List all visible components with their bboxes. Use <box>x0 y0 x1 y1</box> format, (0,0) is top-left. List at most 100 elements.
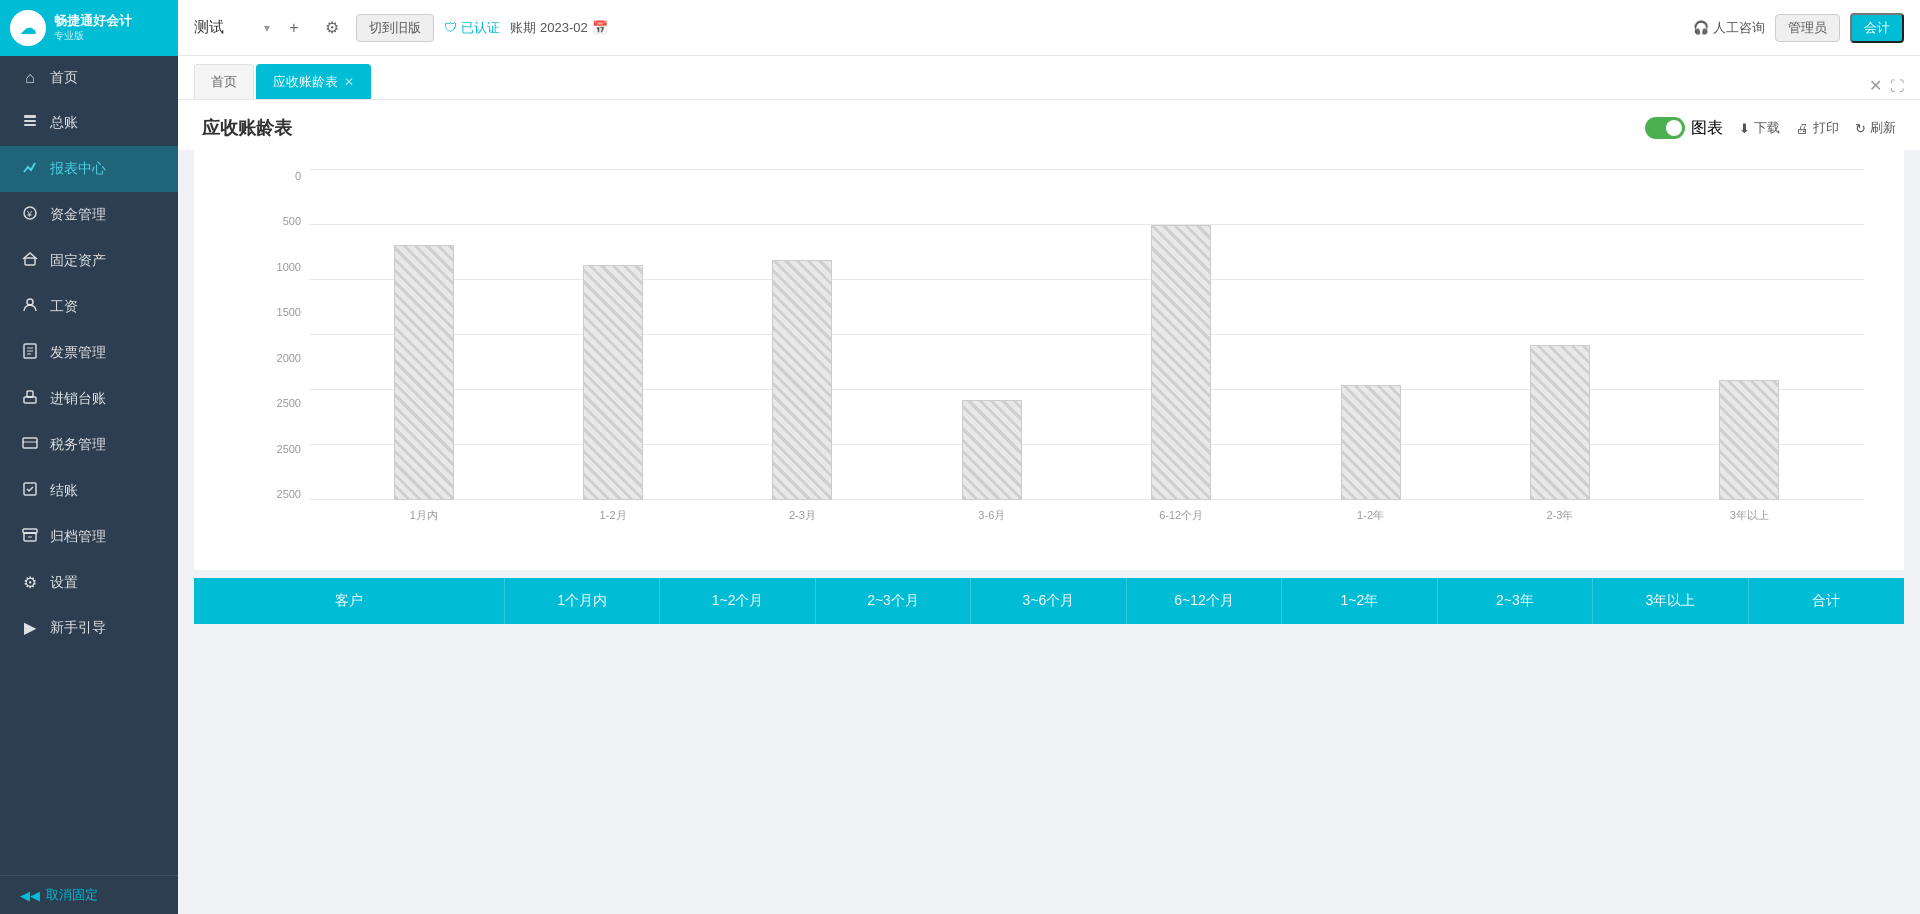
download-button[interactable]: ⬇ 下载 <box>1739 119 1780 137</box>
tab-home[interactable]: 首页 <box>194 64 254 99</box>
table-header: 客户 1个月内 1~2个月 2~3个月 3~6个月 6~12个月 1~2年 2~… <box>194 578 1904 624</box>
switch-old-button[interactable]: 切到旧版 <box>356 14 434 42</box>
accountant-button[interactable]: 会计 <box>1850 13 1904 43</box>
sidebar-item-funds[interactable]: ¥ 资金管理 <box>0 192 178 238</box>
x-label-3: 3-6月 <box>897 500 1086 530</box>
th-1-2year: 1~2年 <box>1282 578 1437 624</box>
sidebar-pin-toggle[interactable]: ◀◀ 取消固定 <box>0 875 178 914</box>
bar-group-7 <box>1655 380 1844 500</box>
bar-group-3 <box>897 400 1086 500</box>
guide-icon: ▶ <box>20 618 40 637</box>
sidebar-item-label: 资金管理 <box>50 206 106 224</box>
x-labels: 1月内 1-2月 2-3月 3-6月 6-12个月 1-2年 2-3年 3年以上 <box>309 500 1864 530</box>
download-icon: ⬇ <box>1739 121 1750 136</box>
bar-2 <box>772 260 832 500</box>
chart-area: 2500 2500 2500 2000 1500 1000 500 0 <box>194 150 1904 570</box>
tab-aging-label: 应收账龄表 <box>273 73 338 91</box>
svg-rect-11 <box>24 397 36 403</box>
svg-rect-2 <box>24 124 36 126</box>
sidebar-item-guide[interactable]: ▶ 新手引导 <box>0 605 178 650</box>
sidebar-item-reports[interactable]: 报表中心 <box>0 146 178 192</box>
home-icon: ⌂ <box>20 69 40 87</box>
th-3year-plus: 3年以上 <box>1593 578 1748 624</box>
tabbar: 首页 应收账龄表 ✕ ✕ ⛶ <box>178 56 1920 100</box>
x-label-7: 3年以上 <box>1655 500 1844 530</box>
y-label-7: 0 <box>295 170 301 182</box>
svg-text:¥: ¥ <box>26 209 33 219</box>
sidebar-item-closing[interactable]: 结账 <box>0 468 178 514</box>
print-button[interactable]: 🖨 打印 <box>1796 119 1839 137</box>
chart-toggle[interactable]: 图表 <box>1645 117 1723 139</box>
wages-icon <box>20 297 40 317</box>
y-label-4: 1500 <box>277 306 301 318</box>
sidebar-item-inventory[interactable]: 进销台账 <box>0 376 178 422</box>
download-label: 下载 <box>1754 119 1780 137</box>
svg-rect-0 <box>24 115 36 118</box>
y-label-6: 500 <box>283 215 301 227</box>
add-workspace-button[interactable]: + <box>280 14 308 42</box>
y-label-0: 2500 <box>277 488 301 500</box>
app-logo-icon: ☁ <box>10 10 46 46</box>
y-label-1: 2500 <box>277 443 301 455</box>
sidebar-item-archive[interactable]: 归档管理 <box>0 514 178 560</box>
svg-rect-13 <box>23 438 37 448</box>
headset-icon: 🎧 <box>1693 20 1709 35</box>
sidebar-item-label: 发票管理 <box>50 344 106 362</box>
page-actions: 图表 ⬇ 下载 🖨 打印 ↻ 刷新 <box>1645 117 1896 139</box>
main-area: 测试 ▾ + ⚙ 切到旧版 🛡 已认证 账期 2023-02 📅 🎧 人工咨询 … <box>178 0 1920 914</box>
chart-wrapper: 2500 2500 2500 2000 1500 1000 500 0 <box>254 170 1864 530</box>
svg-point-6 <box>27 299 33 305</box>
assets-icon <box>20 251 40 271</box>
bar-3 <box>962 400 1022 500</box>
sidebar-item-label: 总账 <box>50 114 78 132</box>
th-2-3year: 2~3年 <box>1438 578 1593 624</box>
table-area: 客户 1个月内 1~2个月 2~3个月 3~6个月 6~12个月 1~2年 2~… <box>194 578 1904 624</box>
refresh-icon: ↻ <box>1855 121 1866 136</box>
tax-icon <box>20 435 40 455</box>
bar-6 <box>1530 345 1590 500</box>
sidebar-item-label: 固定资产 <box>50 252 106 270</box>
bars-container <box>309 170 1864 500</box>
th-1-2month: 1~2个月 <box>660 578 815 624</box>
period-value: 2023-02 <box>540 20 588 35</box>
th-2-3month: 2~3个月 <box>816 578 971 624</box>
tab-expand-button[interactable]: ⛶ <box>1890 78 1904 94</box>
sidebar-item-settings[interactable]: ⚙ 设置 <box>0 560 178 605</box>
sidebar-item-label: 结账 <box>50 482 78 500</box>
tab-aging[interactable]: 应收账龄表 ✕ <box>256 64 371 99</box>
th-total: 合计 <box>1749 578 1904 624</box>
bar-group-2 <box>708 260 897 500</box>
tab-home-label: 首页 <box>211 73 237 91</box>
sidebar-item-assets[interactable]: 固定资产 <box>0 238 178 284</box>
consult-label: 人工咨询 <box>1713 19 1765 37</box>
manager-button[interactable]: 管理员 <box>1775 14 1840 42</box>
y-axis: 2500 2500 2500 2000 1500 1000 500 0 <box>254 170 309 500</box>
toggle-switch[interactable] <box>1645 117 1685 139</box>
refresh-label: 刷新 <box>1870 119 1896 137</box>
funds-icon: ¥ <box>20 205 40 225</box>
refresh-button[interactable]: ↻ 刷新 <box>1855 119 1896 137</box>
tab-aging-close[interactable]: ✕ <box>344 75 354 89</box>
sidebar-item-home[interactable]: ⌂ 首页 <box>0 56 178 100</box>
calendar-icon[interactable]: 📅 <box>592 20 608 35</box>
settings-icon: ⚙ <box>20 573 40 592</box>
x-label-2: 2-3月 <box>708 500 897 530</box>
settings-button[interactable]: ⚙ <box>318 14 346 42</box>
th-customer: 客户 <box>194 578 505 624</box>
sidebar-item-label: 设置 <box>50 574 78 592</box>
content-area: 应收账龄表 图表 ⬇ 下载 🖨 打印 ↻ 刷新 <box>178 100 1920 914</box>
sidebar-item-invoices[interactable]: 发票管理 <box>0 330 178 376</box>
bar-group-5 <box>1276 385 1465 500</box>
period-text: 账期 <box>510 19 536 37</box>
tab-close-button[interactable]: ✕ <box>1869 76 1882 95</box>
sidebar-item-wages[interactable]: 工资 <box>0 284 178 330</box>
print-label: 打印 <box>1813 119 1839 137</box>
bar-group-4 <box>1087 225 1276 500</box>
consult-button[interactable]: 🎧 人工咨询 <box>1693 19 1765 37</box>
workspace-dropdown[interactable]: ▾ <box>264 21 270 35</box>
sidebar-item-ledger[interactable]: 总账 <box>0 100 178 146</box>
x-label-0: 1月内 <box>329 500 518 530</box>
bar-0 <box>394 245 454 500</box>
sidebar-item-tax[interactable]: 税务管理 <box>0 422 178 468</box>
reports-icon <box>20 159 40 179</box>
